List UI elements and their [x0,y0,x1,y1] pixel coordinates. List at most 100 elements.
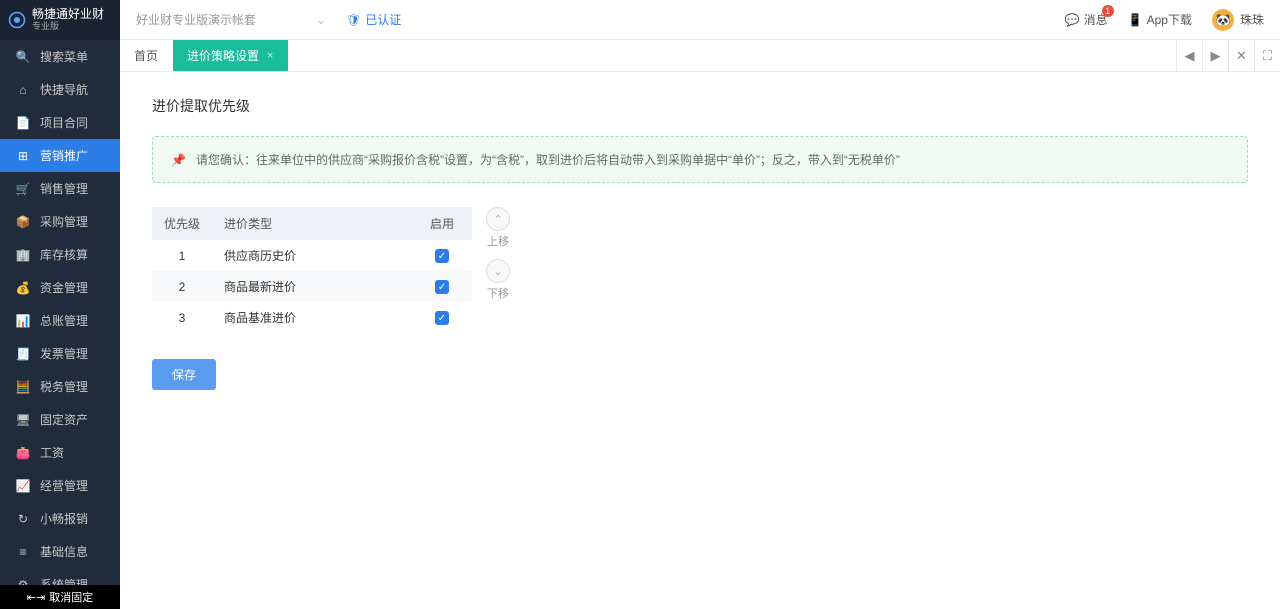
save-button[interactable]: 保存 [152,359,216,390]
move-down-label: 下移 [487,285,509,301]
pin-toggle[interactable]: ⇤⇥ 取消固定 [0,585,120,609]
cell-priority: 2 [152,271,212,302]
checkbox-checked-icon[interactable]: ✓ [435,311,449,325]
nav-icon: ≡ [16,545,30,559]
nav-icon: 🖥 [16,413,30,427]
verified-badge: 🛡 已认证 [346,11,401,28]
app-download-button[interactable]: 📱 App下载 [1128,11,1192,28]
sidebar-item-label: 基础信息 [40,543,88,560]
nav-icon: 🏢 [16,248,30,262]
nav-icon: 📦 [16,215,30,229]
page-title: 进价提取优先级 [152,96,1248,116]
shield-icon: 🛡 [346,13,361,27]
tab-close-all-button[interactable]: ✕ [1228,40,1254,71]
cell-priority: 1 [152,240,212,271]
move-down-button[interactable]: ⌄ [486,259,510,283]
col-type: 进价类型 [212,207,412,240]
sidebar-item-label: 库存核算 [40,246,88,263]
hint-banner: 📌 请您确认：往来单位中的供应商“采购报价含税”设置，为“含税”，取到进价后将自… [152,136,1248,183]
nav-icon: 🛒 [16,182,30,196]
brand-edition: 专业版 [32,22,104,32]
topbar: 好业财专业版演示帐套 ⌄ 🛡 已认证 💬 消息 1 📱 App下载 🐼 珠珠 [120,0,1280,40]
brand-name: 畅捷通好业财 [32,8,104,21]
nav-icon: 🧾 [16,347,30,361]
pushpin-icon: 📌 [171,153,186,167]
sidebar-item-label: 总账管理 [40,312,88,329]
messages-button[interactable]: 💬 消息 1 [1065,11,1108,28]
nav-icon: ↻ [16,512,30,526]
pin-label: 取消固定 [49,589,93,605]
cell-enable: ✓ [412,271,472,302]
chevron-down-icon: ⌄ [316,13,326,27]
content: 进价提取优先级 📌 请您确认：往来单位中的供应商“采购报价含税”设置，为“含税”… [120,72,1280,609]
nav-icon: ⊞ [16,149,30,163]
table-row[interactable]: 1供应商历史价 ✓ [152,240,472,271]
sidebar-item-15[interactable]: ≡ 基础信息 [0,535,120,568]
download-label: App下载 [1147,11,1192,28]
cell-priority: 3 [152,302,212,333]
sidebar-item-5[interactable]: 📦 采购管理 [0,205,120,238]
sidebar-item-7[interactable]: 💰资金管理 [0,271,120,304]
tab-prev-button[interactable]: ◀ [1176,40,1202,71]
hint-text: 请您确认：往来单位中的供应商“采购报价含税”设置，为“含税”，取到进价后将自动带… [196,151,900,168]
sidebar-item-1[interactable]: ⌂ 快捷导航 [0,73,120,106]
account-name: 好业财专业版演示帐套 [136,11,256,28]
table-row[interactable]: 3商品基准进价✓ [152,302,472,333]
sidebar-item-label: 发票管理 [40,345,88,362]
nav-icon: ⌂ [16,83,30,97]
tabbar: 首页 进价策略设置 × ◀ ▶ ✕ ⛶ [120,40,1280,72]
nav-icon: 🧮 [16,380,30,394]
avatar-icon: 🐼 [1212,9,1234,31]
account-selector[interactable]: 好业财专业版演示帐套 ⌄ [136,11,326,28]
user-name: 珠珠 [1240,11,1264,28]
sidebar-item-label: 采购管理 [40,213,88,230]
checkbox-checked-icon[interactable]: ✓ [435,280,449,294]
sidebar-item-8[interactable]: 📊 总账管理 [0,304,120,337]
sidebar-item-6[interactable]: 🏢 库存核算 [0,238,120,271]
tab-current-label: 进价策略设置 [187,47,259,64]
tab-home[interactable]: 首页 [120,40,173,71]
sidebar-item-14[interactable]: ↻ 小畅报销 [0,502,120,535]
nav-icon: 📈 [16,479,30,493]
tab-next-button[interactable]: ▶ [1202,40,1228,71]
sidebar-item-10[interactable]: 🧮 税务管理 [0,370,120,403]
cell-enable: ✓ [412,302,472,333]
sidebar-item-11[interactable]: 🖥 固定资产 [0,403,120,436]
sidebar-item-0[interactable]: 🔍 搜索菜单 [0,40,120,73]
tab-current[interactable]: 进价策略设置 × [173,40,288,71]
fullscreen-button[interactable]: ⛶ [1254,40,1280,71]
sidebar-item-9[interactable]: 🧾 发票管理 [0,337,120,370]
chat-icon: 💬 [1065,13,1080,27]
brand: 畅捷通好业财 专业版 [0,0,120,40]
checkbox-checked-icon[interactable]: ✓ [435,249,449,263]
sidebar-item-label: 销售管理 [40,180,88,197]
messages-badge: 1 [1102,5,1114,17]
close-icon[interactable]: × [267,50,273,62]
cell-type: 商品最新进价 [212,271,412,302]
sidebar-item-3[interactable]: ⊞ 营销推广 [0,139,120,172]
sidebar-item-12[interactable]: 👛工资 [0,436,120,469]
table-row[interactable]: 2商品最新进价 ✓ [152,271,472,302]
pin-icon: ⇤⇥ [27,591,45,604]
sidebar-item-label: 税务管理 [40,378,88,395]
sidebar-item-label: 小畅报销 [40,510,88,527]
user-menu[interactable]: 🐼 珠珠 [1212,9,1264,31]
sidebar-item-2[interactable]: 📄项目合同 [0,106,120,139]
col-priority: 优先级 [152,207,212,240]
sidebar-item-label: 经营管理 [40,477,88,494]
sidebar-item-label: 营销推广 [40,147,88,164]
sidebar-item-4[interactable]: 🛒 销售管理 [0,172,120,205]
sidebar-item-label: 快捷导航 [40,81,88,98]
move-up-label: 上移 [487,233,509,249]
sidebar: 畅捷通好业财 专业版 🔍 搜索菜单 ⌂ 快捷导航 📄项目合同 ⊞ 营销推广 🛒 销售管理 📦 采购管… [0,0,120,609]
cell-type: 供应商历史价 [212,240,412,271]
sidebar-item-label: 固定资产 [40,411,88,428]
sidebar-item-label: 项目合同 [40,114,88,131]
sidebar-item-13[interactable]: 📈 经营管理 [0,469,120,502]
cell-enable: ✓ [412,240,472,271]
nav-icon: 📊 [16,314,30,328]
nav-icon: 🔍 [16,50,30,64]
move-up-button[interactable]: ⌃ [486,207,510,231]
sidebar-item-label: 工资 [40,444,64,461]
sidebar-item-label: 搜索菜单 [40,48,88,65]
